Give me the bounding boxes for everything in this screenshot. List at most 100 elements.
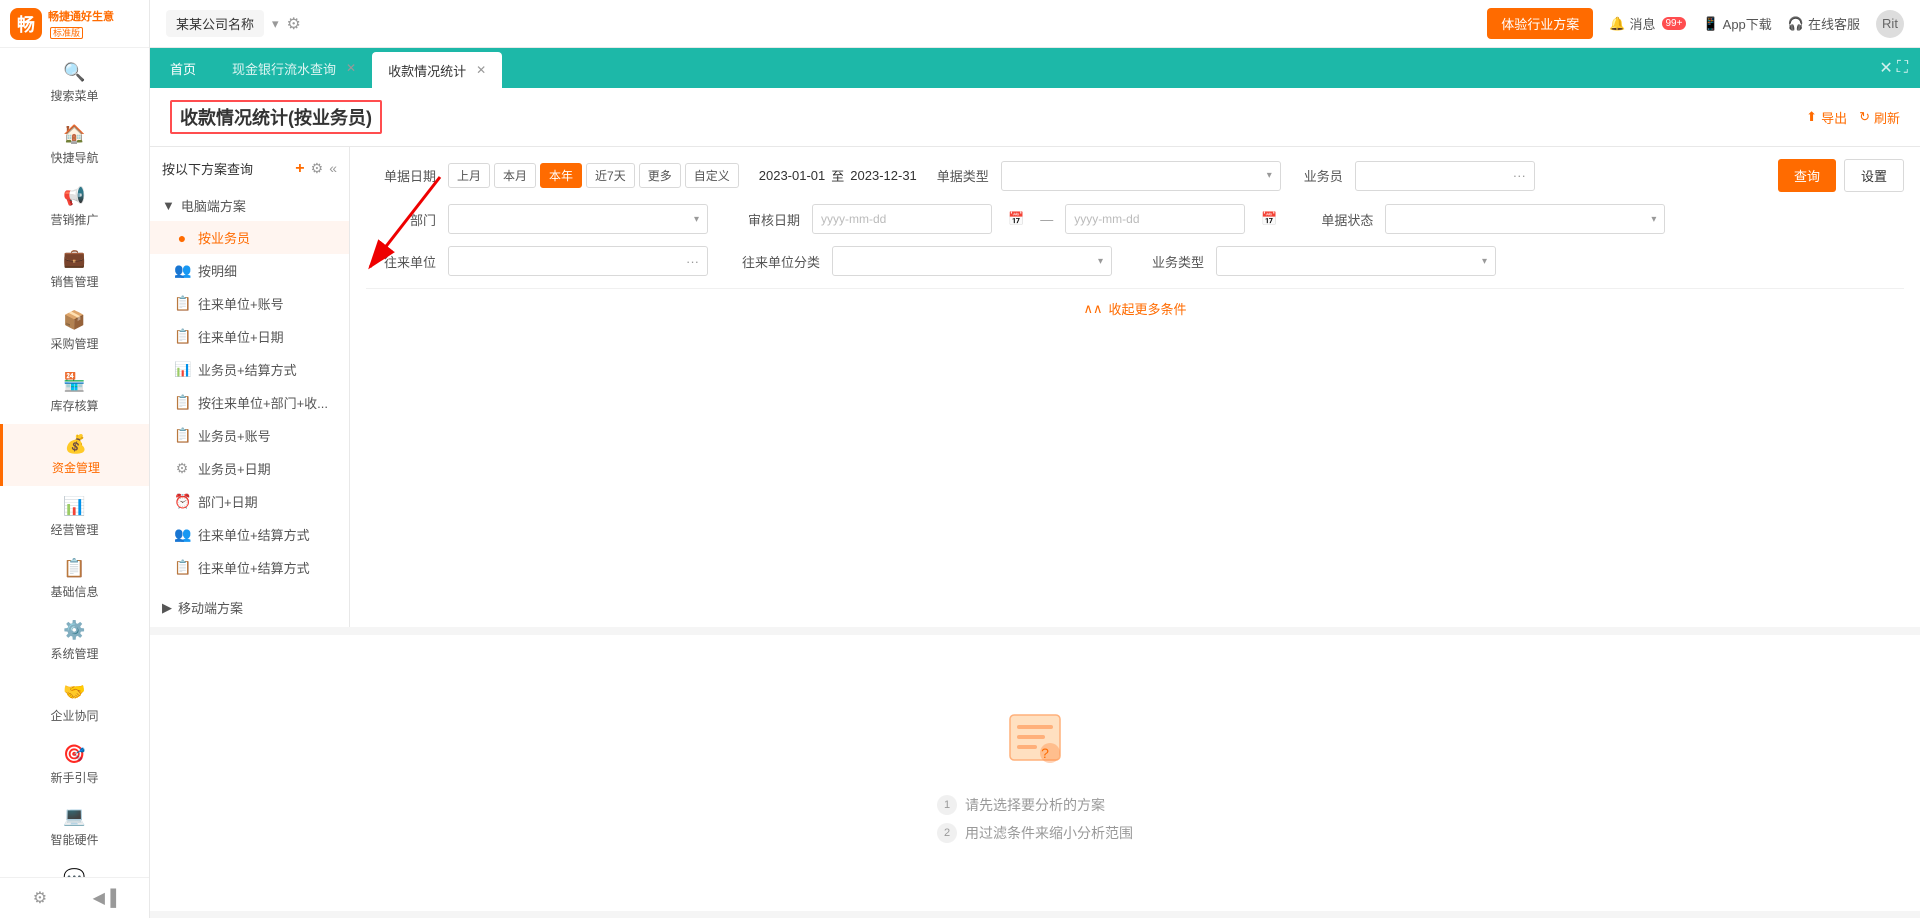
scheme-dd-icon: ⏰ [174, 493, 190, 510]
inventory-icon: 🏪 [63, 372, 85, 393]
scheme-item-salesperson-settlement[interactable]: 📊 业务员+结算方式 [150, 353, 349, 386]
biz-type-select[interactable]: ▾ [1216, 246, 1496, 276]
setting-btn[interactable]: 设置 [1844, 159, 1904, 192]
empty-steps-list: 1 请先选择要分析的方案 2 用过滤条件来缩小分析范围 [937, 795, 1133, 851]
scheme-item-party-settlement1[interactable]: 👥 往来单位+结算方式 [150, 518, 349, 551]
scheme-add-btn[interactable]: + [295, 160, 304, 178]
company-dropdown-btn[interactable]: ▾ [272, 16, 279, 32]
scheme-sa-icon: 📋 [174, 427, 190, 444]
sidebar-item-search-menu[interactable]: 🔍 搜索菜单 [0, 52, 149, 114]
bell-icon: 🔔 [1609, 16, 1625, 32]
sidebar-item-sales[interactable]: 💼 销售管理 [0, 238, 149, 300]
party-select[interactable]: ··· [448, 246, 708, 276]
date-from-value: 2023-01-01 [759, 168, 826, 183]
refresh-btn[interactable]: ↻ 刷新 [1859, 108, 1900, 127]
dept-select[interactable]: ▾ [448, 204, 708, 234]
sidebar-nav: 🔍 搜索菜单 🏠 快捷导航 📢 营销推广 💼 销售管理 📦 采购管理 🏪 库存核… [0, 48, 149, 877]
user-avatar[interactable]: Rit [1876, 10, 1904, 38]
notification-tool[interactable]: 🔔 消息 99+ [1609, 14, 1686, 33]
date-btn-custom[interactable]: 自定义 [685, 163, 739, 188]
mobile-section-arrow: ▶ [162, 600, 172, 616]
scheme-item-by-salesperson[interactable]: ● 按业务员 [150, 221, 349, 254]
notification-badge: 99+ [1662, 17, 1687, 30]
scheme-item-party-settlement2[interactable]: 📋 往来单位+结算方式 [150, 551, 349, 584]
scheme-item-party-date[interactable]: 📋 往来单位+日期 [150, 320, 349, 353]
scheme-settings-btn[interactable]: ⚙ [311, 160, 324, 178]
voucher-status-select[interactable]: ▾ [1385, 204, 1665, 234]
collapse-btn[interactable]: ∧∧ 收起更多条件 [1083, 299, 1186, 318]
header-tools: 体验行业方案 🔔 消息 99+ 📱 App下载 🎧 在线客服 Rit [1487, 8, 1904, 39]
salesperson-more-icon[interactable]: ··· [1513, 168, 1526, 183]
query-btn[interactable]: 查询 [1778, 159, 1836, 192]
sidebar-item-enterprise[interactable]: 🤝 企业协同 [0, 672, 149, 734]
mobile-section-title[interactable]: ▶ 移动端方案 [150, 592, 349, 623]
sidebar-item-guide[interactable]: 🎯 新手引导 [0, 734, 149, 796]
refresh-icon: ↻ [1859, 109, 1870, 125]
logo-icon: 畅 [10, 8, 42, 40]
app-download-tool[interactable]: 📱 App下载 [1702, 14, 1771, 33]
sidebar-item-wechat[interactable]: 💬 企业微信 [0, 858, 149, 877]
scheme-collapse-btn[interactable]: « [329, 160, 337, 178]
sidebar-item-finance[interactable]: 💰 资金管理 [0, 424, 149, 486]
voucher-type-label: 单据类型 [929, 166, 989, 185]
guide-icon: 🎯 [63, 744, 85, 765]
tab-close-all-btn[interactable]: ✕ [1879, 58, 1892, 78]
export-btn[interactable]: ⬆ 导出 [1806, 108, 1847, 127]
tab-bank-flow[interactable]: 现金银行流水查询 ✕ [216, 48, 372, 88]
scheme-item-party-dept-collect[interactable]: 📋 按往来单位+部门+收... [150, 386, 349, 419]
scheme-item-salesperson-account[interactable]: 📋 业务员+账号 [150, 419, 349, 452]
main-content: 某某公司名称 ▾ ⚙ 体验行业方案 🔔 消息 99+ 📱 App下载 🎧 在线客… [150, 0, 1920, 918]
salesperson-select[interactable]: ··· [1355, 161, 1535, 191]
party-category-select[interactable]: ▾ [832, 246, 1112, 276]
sidebar-settings-btn[interactable]: ⚙ [33, 888, 47, 908]
date-btn-this-month[interactable]: 本月 [494, 163, 536, 188]
audit-date-from[interactable]: yyyy-mm-dd [812, 204, 992, 234]
audit-date-cal-to[interactable]: 📅 [1261, 211, 1277, 227]
wechat-icon: 💬 [63, 868, 85, 877]
collapse-chevron-icon: ∧∧ [1083, 301, 1102, 317]
date-btn-more[interactable]: 更多 [639, 163, 681, 188]
tab-home[interactable]: 首页 [150, 48, 216, 88]
sidebar-collapse-btn[interactable]: ◀▐ [93, 888, 117, 908]
pc-section-arrow: ▼ [162, 198, 175, 213]
sidebar-item-business[interactable]: 📊 经营管理 [0, 486, 149, 548]
sidebar-item-quick-nav[interactable]: 🏠 快捷导航 [0, 114, 149, 176]
scheme-item-detail[interactable]: 👥 按明细 [150, 254, 349, 287]
purchase-icon: 📦 [63, 310, 85, 331]
date-btn-last-month[interactable]: 上月 [448, 163, 490, 188]
sidebar-item-marketing[interactable]: 📢 营销推广 [0, 176, 149, 238]
sidebar-item-hardware[interactable]: 💻 智能硬件 [0, 796, 149, 858]
scheme-pdc-icon: 📋 [174, 394, 190, 411]
scheme-header-label: 按以下方案查询 [162, 159, 253, 178]
pc-section-title[interactable]: ▼ 电脑端方案 [150, 190, 349, 221]
audit-date-to[interactable]: yyyy-mm-dd [1065, 204, 1245, 234]
date-btn-7days[interactable]: 近7天 [586, 163, 635, 188]
scheme-item-dept-date[interactable]: ⏰ 部门+日期 [150, 485, 349, 518]
marketing-icon: 📢 [63, 186, 85, 207]
sidebar-item-purchase[interactable]: 📦 采购管理 [0, 300, 149, 362]
scheme-item-salesperson-date[interactable]: ⚙ 业务员+日期 [150, 452, 349, 485]
tab-bar: 首页 现金银行流水查询 ✕ 收款情况统计 ✕ ✕ ⛶ [150, 48, 1920, 88]
settings-icon[interactable]: ⚙ [287, 14, 301, 34]
sidebar-item-system[interactable]: ⚙️ 系统管理 [0, 610, 149, 672]
tab-collection-stats[interactable]: 收款情况统计 ✕ [372, 52, 502, 88]
scheme-item-party-account[interactable]: 📋 往来单位+账号 [150, 287, 349, 320]
filter-row-3: 往来单位 ··· 往来单位分类 ▾ 业务类型 ▾ [366, 246, 1904, 276]
svg-text:?: ? [1041, 745, 1049, 761]
tab-collection-stats-close[interactable]: ✕ [476, 63, 486, 77]
logo-badge: 标准版 [50, 27, 83, 39]
empty-illustration: ? [995, 695, 1075, 775]
sidebar-item-inventory[interactable]: 🏪 库存核算 [0, 362, 149, 424]
party-more-icon[interactable]: ··· [686, 254, 699, 269]
audit-date-cal-from[interactable]: 📅 [1008, 211, 1024, 227]
scheme-panel: 按以下方案查询 + ⚙ « ▼ 电脑端方案 ● 按业务员 [150, 147, 350, 627]
scheme-pd-icon: 📋 [174, 328, 190, 345]
date-btn-this-year[interactable]: 本年 [540, 163, 582, 188]
online-service-tool[interactable]: 🎧 在线客服 [1788, 14, 1860, 33]
sidebar-item-basic-info[interactable]: 📋 基础信息 [0, 548, 149, 610]
voucher-type-select[interactable]: ▾ [1001, 161, 1281, 191]
trial-btn[interactable]: 体验行业方案 [1487, 8, 1593, 39]
tab-expand-btn[interactable]: ⛶ [1897, 59, 1908, 77]
tab-bank-flow-close[interactable]: ✕ [346, 61, 356, 75]
voucher-status-arrow-icon: ▾ [1651, 214, 1656, 225]
